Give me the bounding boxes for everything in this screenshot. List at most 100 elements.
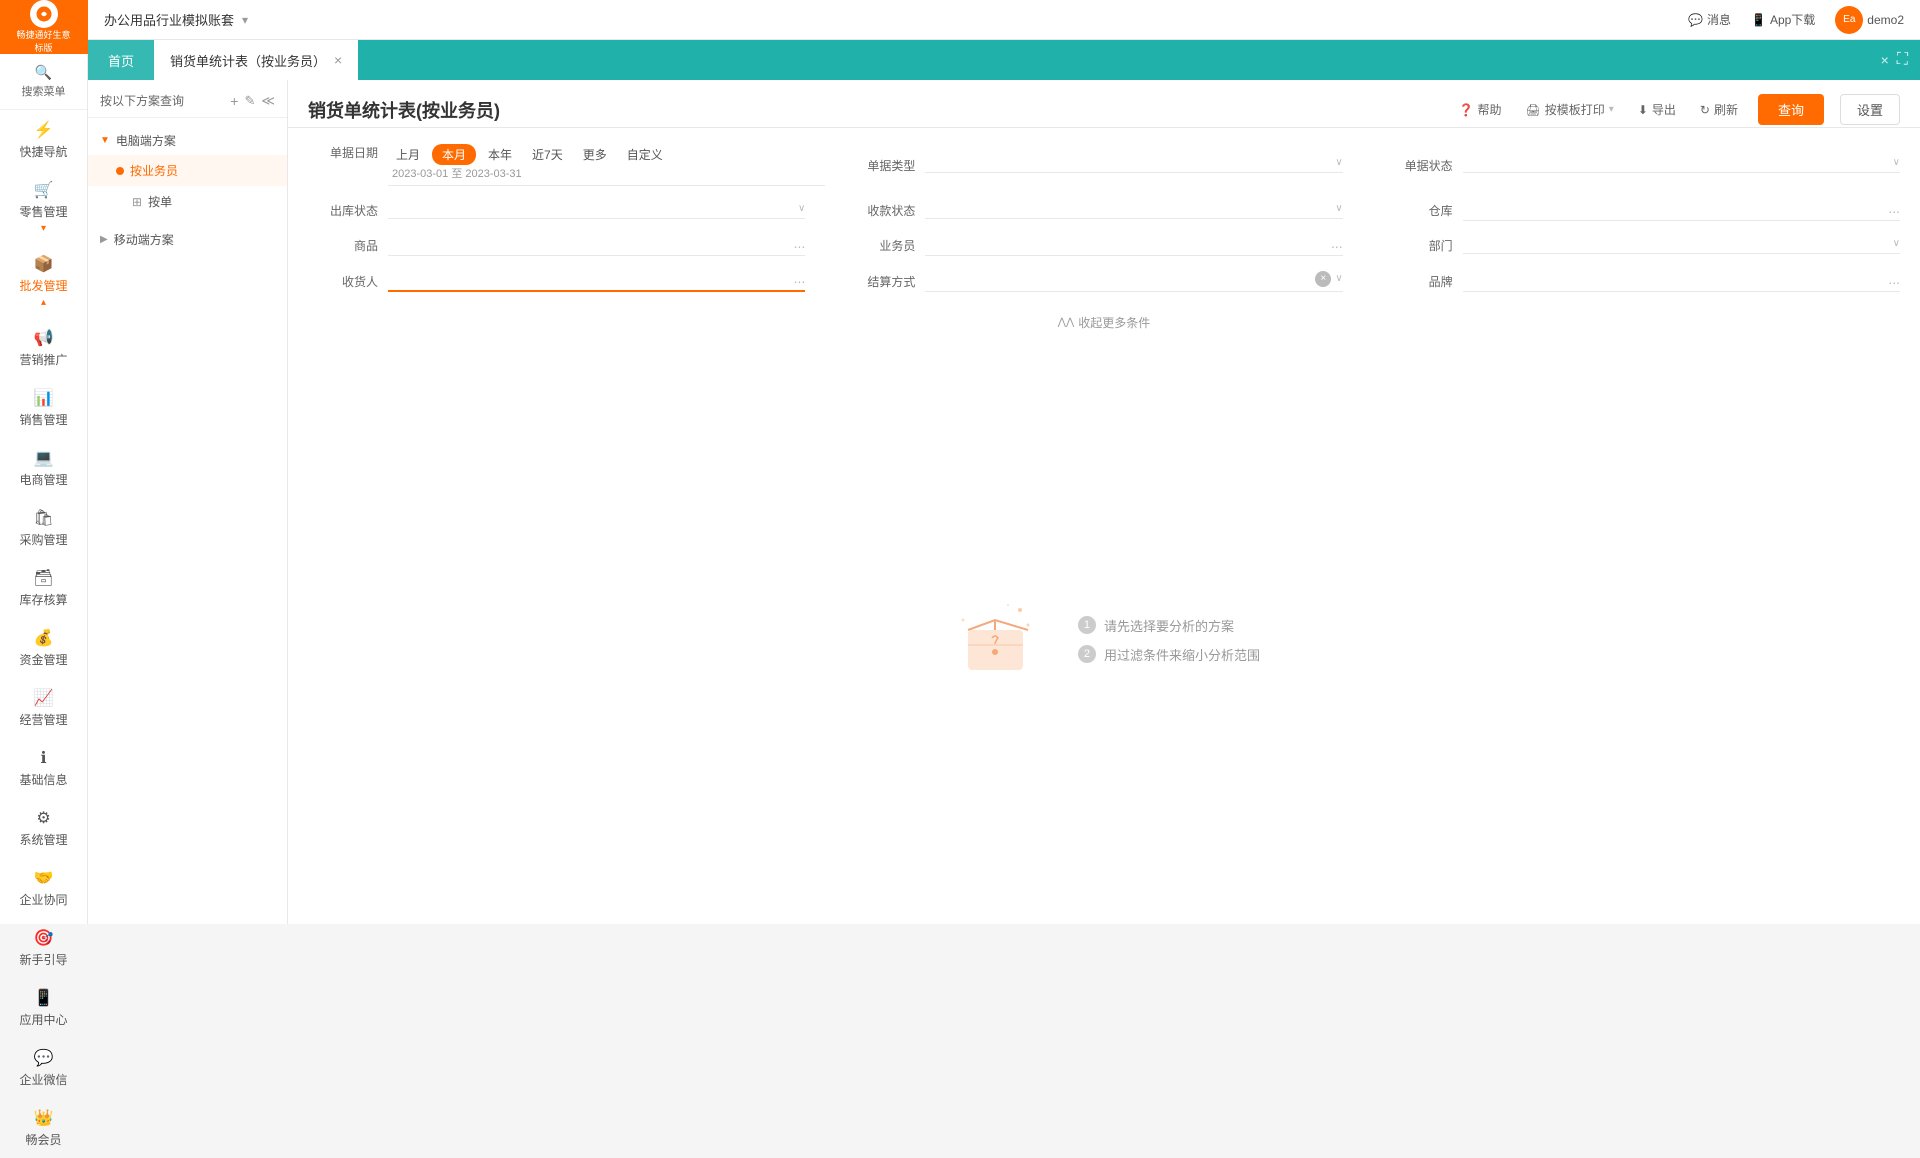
sidebar-item-ecom[interactable]: 💻 电商管理 — [0, 438, 87, 498]
dept-control[interactable]: ∨ — [1463, 238, 1900, 254]
sidebar-item-wechat[interactable]: 💬 企业微信 — [0, 1038, 87, 1098]
user-action[interactable]: Ea demo2 — [1835, 6, 1904, 34]
dept-label: 部门 — [1383, 237, 1463, 254]
add-scheme-btn[interactable]: + — [230, 93, 238, 109]
doc-status-control[interactable]: ∨ — [1463, 157, 1900, 173]
doc-type-label: 单据类型 — [845, 157, 925, 174]
tab-maximize-btn[interactable]: ⛶ — [1897, 51, 1908, 69]
sidebar-item-sales[interactable]: 📊 销售管理 — [0, 378, 87, 438]
message-action[interactable]: 💬 消息 — [1688, 11, 1731, 28]
filter-row-1: 单据日期 上月 本月 本年 近7天 更多 自定义 2023-03-01 至 20… — [308, 144, 1900, 186]
logo-icon — [30, 0, 58, 28]
doc-status-label: 单据状态 — [1383, 157, 1463, 174]
export-btn[interactable]: ⬇ 导出 — [1634, 101, 1680, 118]
step-num-2: 2 — [1078, 645, 1096, 663]
date-tab-lastmonth[interactable]: 上月 — [388, 144, 428, 165]
edit-scheme-btn[interactable]: ✎ — [244, 93, 255, 109]
settings-btn[interactable]: 设置 — [1840, 94, 1900, 125]
sidebar-item-quicknav[interactable]: ⚡ 快捷导航 — [0, 110, 87, 170]
receiver-dots[interactable]: ... — [794, 270, 806, 286]
scheme-group-desktop: ▼ 电脑端方案 按业务员 ⊞ 按单 — [88, 118, 287, 225]
goods-control[interactable]: ... — [388, 235, 805, 256]
empty-state-content: 1 请先选择要分析的方案 2 用过滤条件来缩小分析范围 — [948, 590, 1260, 690]
out-status-control[interactable]: ∨ — [388, 203, 805, 219]
app-download-action[interactable]: 📱 App下载 — [1751, 11, 1815, 28]
date-tab-thisyear[interactable]: 本年 — [480, 144, 520, 165]
sidebar-item-collab[interactable]: 🤝 企业协同 — [0, 858, 87, 918]
step-num-1: 1 — [1078, 616, 1096, 634]
date-tab-more[interactable]: 更多 — [575, 144, 615, 165]
sidebar: 畅捷通好生意 标版 🔍 搜索菜单 ⚡ 快捷导航 🛒 零售管理 ▾ 📦 批发管理 … — [0, 0, 88, 924]
doc-type-select[interactable]: ∨ — [925, 157, 1342, 168]
sidebar-item-inventory[interactable]: 🗃 库存核算 — [0, 558, 87, 618]
scheme-group-header-desktop[interactable]: ▼ 电脑端方案 — [88, 126, 287, 155]
tab-active[interactable]: 销货单统计表（按业务员） × — [154, 40, 358, 80]
doc-type-control[interactable]: ∨ — [925, 157, 1342, 173]
query-btn[interactable]: 查询 — [1758, 94, 1824, 125]
sidebar-search[interactable]: 🔍 搜索菜单 — [0, 54, 87, 110]
payment-select[interactable]: × ∨ — [925, 271, 1342, 287]
date-tab-7days[interactable]: 近7天 — [524, 144, 571, 165]
tab-close-icon[interactable]: × — [334, 53, 342, 67]
collect-status-control[interactable]: ∨ — [925, 203, 1342, 219]
system-label: 系统管理 — [19, 831, 67, 848]
collab-label: 企业协同 — [19, 891, 67, 908]
tab-close-btn[interactable]: × — [1881, 52, 1889, 68]
print-btn[interactable]: 🖨 按模板打印 ▾ — [1522, 101, 1618, 118]
export-icon: ⬇ — [1638, 103, 1648, 117]
download-icon: 📱 — [1751, 13, 1766, 27]
purchase-icon: 🛍 — [33, 508, 53, 528]
dept-select[interactable]: ∨ — [1463, 238, 1900, 249]
help-btn[interactable]: ❓ 帮助 — [1455, 101, 1506, 118]
out-status-select[interactable]: ∨ — [388, 203, 805, 214]
wholesale-label: 批发管理 — [19, 277, 67, 294]
payment-control[interactable]: × ∨ — [925, 271, 1342, 292]
sidebar-item-guide[interactable]: 🎯 新手引导 — [0, 918, 87, 978]
sidebar-item-finance[interactable]: 💰 资金管理 — [0, 618, 87, 678]
date-tab-thismonth[interactable]: 本月 — [432, 144, 476, 165]
collapse-panel-btn[interactable]: ≪ — [261, 93, 275, 109]
payment-label: 结算方式 — [845, 273, 925, 290]
sidebar-item-operations[interactable]: 📈 经营管理 — [0, 678, 87, 738]
receiver-input[interactable] — [388, 271, 786, 285]
collapse-btn[interactable]: ⋀⋀ 收起更多条件 — [308, 306, 1900, 339]
collect-status-select[interactable]: ∨ — [925, 203, 1342, 214]
sidebar-item-retail[interactable]: 🛒 零售管理 ▾ — [0, 170, 87, 244]
refresh-btn[interactable]: ↻ 刷新 — [1696, 101, 1742, 118]
page-header: 销货单统计表(按业务员) ❓ 帮助 🖨 按模板打印 ▾ ⬇ 导出 — [288, 80, 1920, 128]
scheme-sub-item-order[interactable]: ⊞ 按单 — [88, 186, 287, 217]
sidebar-item-purchase[interactable]: 🛍 采购管理 — [0, 498, 87, 558]
salesperson-control[interactable]: ... — [925, 235, 1342, 256]
user-avatar: Ea — [1835, 6, 1863, 34]
receiver-control[interactable]: ... — [388, 270, 805, 292]
filter-row-3: 商品 ... 业务员 ... 部门 — [308, 235, 1900, 256]
warehouse-dots[interactable]: ... — [1888, 200, 1900, 216]
sidebar-item-apps[interactable]: 📱 应用中心 — [0, 978, 87, 1038]
scheme-item-salesperson[interactable]: 按业务员 — [88, 155, 287, 186]
brand-control[interactable]: ... — [1463, 271, 1900, 292]
payment-clear-btn[interactable]: × — [1315, 271, 1331, 287]
warehouse-control[interactable]: ... — [1463, 200, 1900, 221]
scheme-group-mobile[interactable]: ▶ 移动端方案 — [88, 225, 287, 254]
sidebar-item-wholesale[interactable]: 📦 批发管理 ▴ — [0, 244, 87, 318]
goods-dots[interactable]: ... — [794, 235, 806, 251]
sidebar-item-marketing[interactable]: 📢 营销推广 — [0, 318, 87, 378]
desktop-group-label: 电脑端方案 — [116, 132, 176, 149]
sidebar-item-basicinfo[interactable]: ℹ 基础信息 — [0, 738, 87, 798]
sidebar-item-system[interactable]: ⚙ 系统管理 — [0, 798, 87, 858]
warehouse-select[interactable]: ... — [1463, 200, 1900, 216]
date-label: 单据日期 — [308, 144, 388, 161]
salesperson-dots[interactable]: ... — [1331, 235, 1343, 251]
date-tab-custom[interactable]: 自定义 — [619, 144, 671, 165]
doc-status-arrow: ∨ — [1893, 157, 1900, 168]
brand-dots[interactable]: ... — [1888, 271, 1900, 287]
top-bar: 办公用品行业模拟账套 ▾ 💬 消息 📱 App下载 Ea demo2 — [88, 0, 1920, 40]
top-dropdown-icon[interactable]: ▾ — [242, 13, 248, 27]
tab-home[interactable]: 首页 — [88, 40, 154, 80]
sidebar-item-member[interactable]: 👑 畅会员 — [0, 1098, 87, 1158]
empty-state: 1 请先选择要分析的方案 2 用过滤条件来缩小分析范围 — [288, 355, 1920, 924]
marketing-label: 营销推广 — [19, 351, 67, 368]
operations-icon: 📈 — [34, 688, 54, 708]
app-logo[interactable]: 畅捷通好生意 标版 — [0, 0, 88, 54]
doc-status-select[interactable]: ∨ — [1463, 157, 1900, 168]
